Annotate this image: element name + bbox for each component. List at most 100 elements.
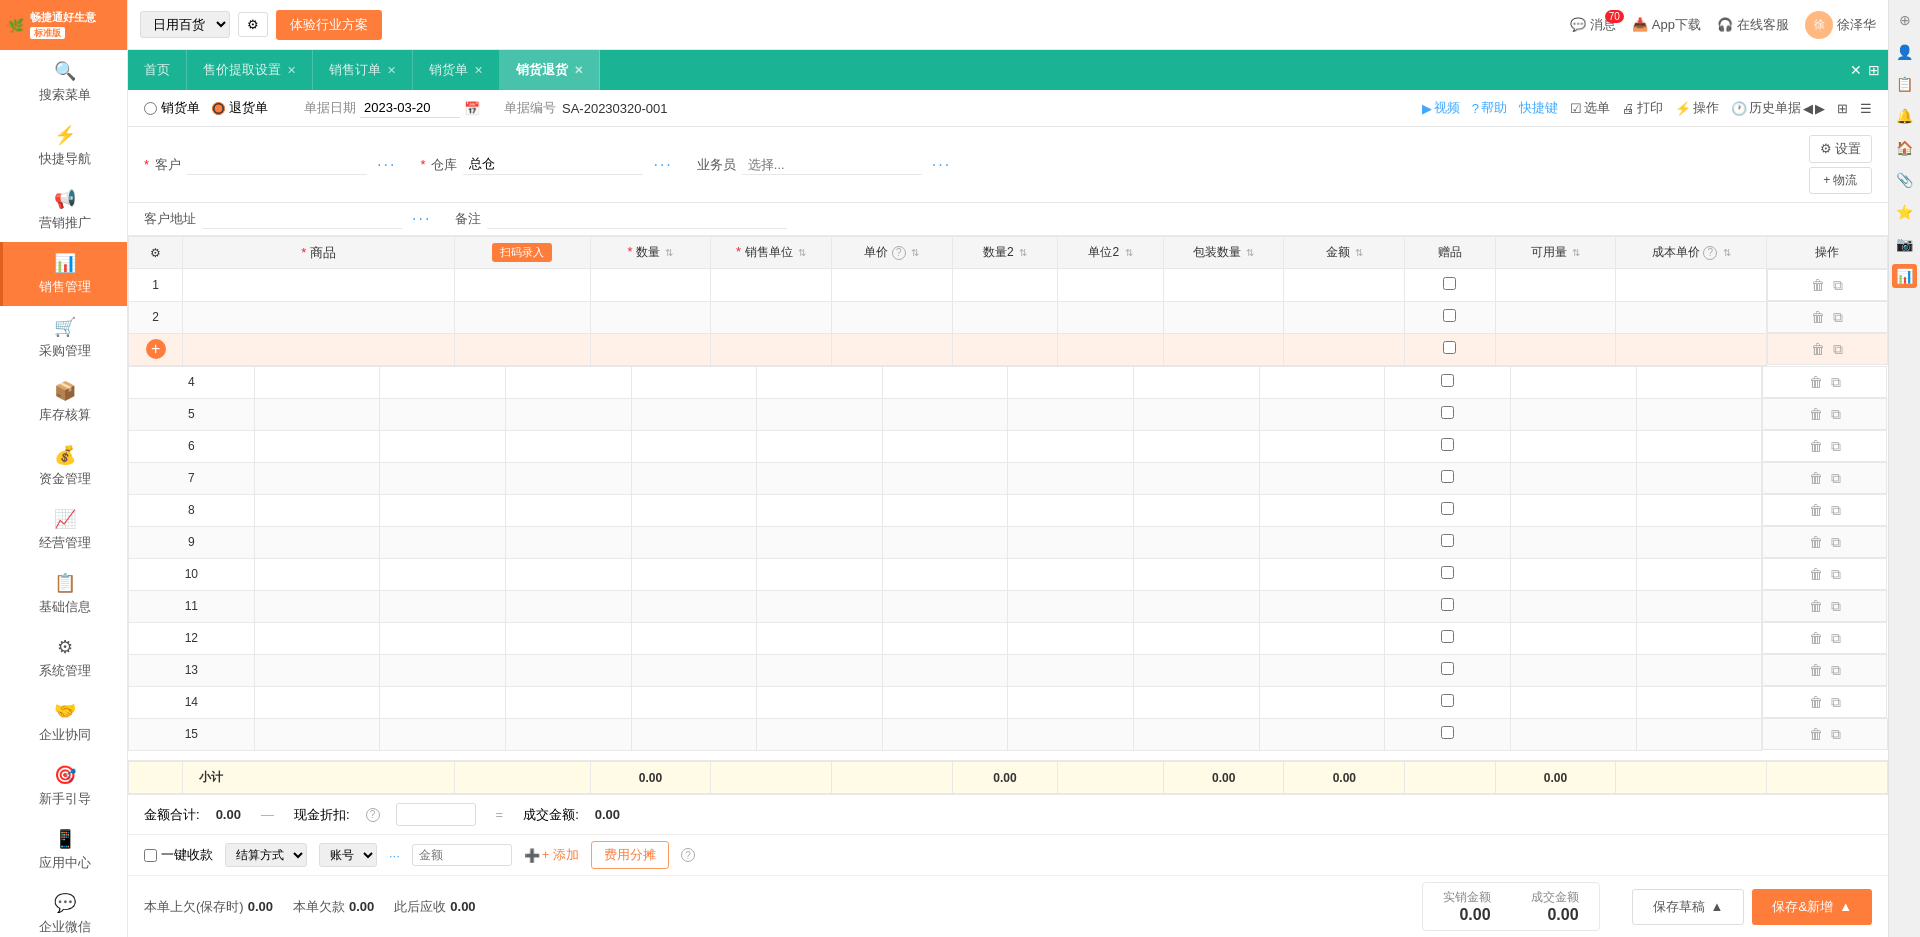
sidebar-item-guide[interactable]: 🎯 新手引导 — [0, 754, 127, 818]
calc-method-select[interactable]: 结算方式 — [225, 843, 307, 867]
copy-icon[interactable]: ⧉ — [1833, 309, 1843, 326]
layout-button[interactable]: ⊞ — [1868, 62, 1880, 78]
layout-grid-icon[interactable]: ⊞ — [1837, 101, 1848, 116]
gift-checkbox[interactable] — [1441, 598, 1454, 611]
product-input-active[interactable] — [191, 342, 446, 357]
sidebar-r-4[interactable]: 🔔 — [1892, 104, 1917, 128]
gift-checkbox[interactable] — [1443, 277, 1456, 290]
sidebar-item-marketing[interactable]: 📢 营销推广 — [0, 178, 127, 242]
copy-icon[interactable]: ⧉ — [1831, 374, 1841, 391]
copy-icon[interactable]: ⧉ — [1831, 406, 1841, 423]
tab-sale-return[interactable]: 销货退货 ✕ — [500, 50, 600, 90]
tab-home[interactable]: 首页 — [128, 50, 187, 90]
radio-return[interactable]: 退货单 — [212, 99, 268, 117]
delete-icon[interactable]: 🗑 — [1809, 534, 1823, 550]
customer-service-button[interactable]: 🎧 在线客服 — [1717, 16, 1789, 34]
sidebar-r-9[interactable]: 📊 — [1892, 264, 1917, 288]
warehouse-input[interactable] — [463, 155, 643, 175]
date-input[interactable] — [360, 98, 460, 118]
delete-icon[interactable]: 🗑 — [1809, 502, 1823, 518]
operation-btn[interactable]: ⚡ 操作 — [1675, 99, 1719, 117]
delete-icon[interactable]: 🗑 — [1809, 566, 1823, 582]
unit-sort-icon[interactable]: ⇅ — [798, 247, 806, 258]
qty2-sort-icon[interactable]: ⇅ — [1019, 247, 1027, 258]
sidebar-item-enterprise[interactable]: 🤝 企业协同 — [0, 690, 127, 754]
delete-icon[interactable]: 🗑 — [1811, 309, 1825, 325]
sidebar-r-1[interactable]: ⊕ — [1895, 8, 1915, 32]
copy-icon[interactable]: ⧉ — [1833, 341, 1843, 358]
sidebar-item-apps[interactable]: 📱 应用中心 — [0, 818, 127, 882]
history-next-icon[interactable]: ▶ — [1815, 101, 1825, 116]
tab-sale-order[interactable]: 销售订单 ✕ — [313, 50, 413, 90]
delete-icon[interactable]: 🗑 — [1809, 438, 1823, 454]
gift-checkbox[interactable] — [1441, 662, 1454, 675]
delete-icon[interactable]: 🗑 — [1809, 406, 1823, 422]
tab-sale[interactable]: 销货单 ✕ — [413, 50, 500, 90]
discount-input[interactable] — [396, 803, 476, 826]
sidebar-item-operation[interactable]: 📈 经营管理 — [0, 498, 127, 562]
radio-return-input[interactable] — [212, 102, 225, 115]
product-input[interactable] — [191, 277, 446, 292]
sidebar-item-search[interactable]: 🔍 搜索菜单 — [0, 50, 127, 114]
gift-checkbox[interactable] — [1441, 694, 1454, 707]
cost-info-icon[interactable]: ? — [1703, 246, 1717, 260]
sidebar-r-6[interactable]: 📎 — [1892, 168, 1917, 192]
sidebar-r-2[interactable]: 👤 — [1892, 40, 1917, 64]
app-download-button[interactable]: 📥 App下载 — [1632, 16, 1701, 34]
unit2-sort-icon[interactable]: ⇅ — [1125, 247, 1133, 258]
one-click-collect[interactable]: 一键收款 — [144, 846, 213, 864]
sidebar-item-finance[interactable]: 💰 资金管理 — [0, 434, 127, 498]
close-tab-sale-return[interactable]: ✕ — [574, 64, 583, 77]
qty-sort-icon[interactable]: ⇅ — [665, 247, 673, 258]
expense-info-icon[interactable]: ? — [681, 848, 695, 862]
address-lookup-btn[interactable]: ··· — [412, 210, 431, 228]
add-payment-button[interactable]: ➕ + 添加 — [524, 846, 579, 864]
shortcut-btn[interactable]: 快捷键 — [1519, 99, 1558, 117]
gift-checkbox[interactable] — [1441, 726, 1454, 739]
customer-lookup-btn[interactable]: ··· — [377, 156, 396, 174]
add-row-button[interactable]: + — [146, 339, 166, 359]
sidebar-item-basic[interactable]: 📋 基础信息 — [0, 562, 127, 626]
price-info-icon[interactable]: ? — [892, 246, 906, 260]
account-select[interactable]: 账号 — [319, 843, 377, 867]
close-tab-button[interactable]: ✕ — [1850, 62, 1862, 78]
gift-checkbox[interactable] — [1441, 438, 1454, 451]
gift-checkbox[interactable] — [1443, 309, 1456, 322]
copy-icon[interactable]: ⧉ — [1831, 438, 1841, 455]
sidebar-r-3[interactable]: 📋 — [1892, 72, 1917, 96]
gift-checkbox[interactable] — [1441, 470, 1454, 483]
help-btn[interactable]: ? 帮助 — [1472, 99, 1507, 117]
close-tab-sale-order[interactable]: ✕ — [387, 64, 396, 77]
sidebar-item-system[interactable]: ⚙ 系统管理 — [0, 626, 127, 690]
copy-icon[interactable]: ⧉ — [1833, 277, 1843, 294]
sidebar-item-purchase[interactable]: 🛒 采购管理 — [0, 306, 127, 370]
gift-checkbox[interactable] — [1443, 341, 1456, 354]
message-button[interactable]: 💬 消息 70 — [1570, 16, 1616, 34]
address-input[interactable] — [202, 209, 402, 229]
settings-action-btn[interactable]: ⚙ 设置 — [1809, 135, 1872, 163]
dots-btn[interactable]: ··· — [389, 848, 400, 863]
copy-icon[interactable]: ⧉ — [1831, 566, 1841, 583]
delete-icon[interactable]: 🗑 — [1809, 726, 1823, 742]
topbar-gear-button[interactable]: ⚙ — [238, 12, 268, 37]
save-draft-button[interactable]: 保存草稿 ▲ — [1632, 889, 1745, 925]
sidebar-item-inventory[interactable]: 📦 库存核算 — [0, 370, 127, 434]
one-click-checkbox[interactable] — [144, 849, 157, 862]
row-product[interactable] — [183, 269, 455, 302]
copy-icon[interactable]: ⧉ — [1831, 662, 1841, 679]
delete-icon[interactable]: 🗑 — [1809, 598, 1823, 614]
customer-input[interactable] — [187, 155, 367, 175]
gift-checkbox[interactable] — [1441, 406, 1454, 419]
delete-icon[interactable]: 🗑 — [1809, 662, 1823, 678]
copy-icon[interactable]: ⧉ — [1831, 598, 1841, 615]
layout-list-icon[interactable]: ☰ — [1860, 101, 1872, 116]
radio-sale-input[interactable] — [144, 102, 157, 115]
delete-icon[interactable]: 🗑 — [1809, 470, 1823, 486]
history-prev-icon[interactable]: ◀ — [1803, 101, 1813, 116]
amount-input[interactable] — [412, 844, 512, 866]
row-product[interactable] — [183, 301, 455, 333]
salesperson-lookup-btn[interactable]: ··· — [932, 156, 951, 174]
remark-input[interactable] — [487, 209, 787, 229]
sidebar-r-5[interactable]: 🏠 — [1892, 136, 1917, 160]
gift-checkbox[interactable] — [1441, 566, 1454, 579]
